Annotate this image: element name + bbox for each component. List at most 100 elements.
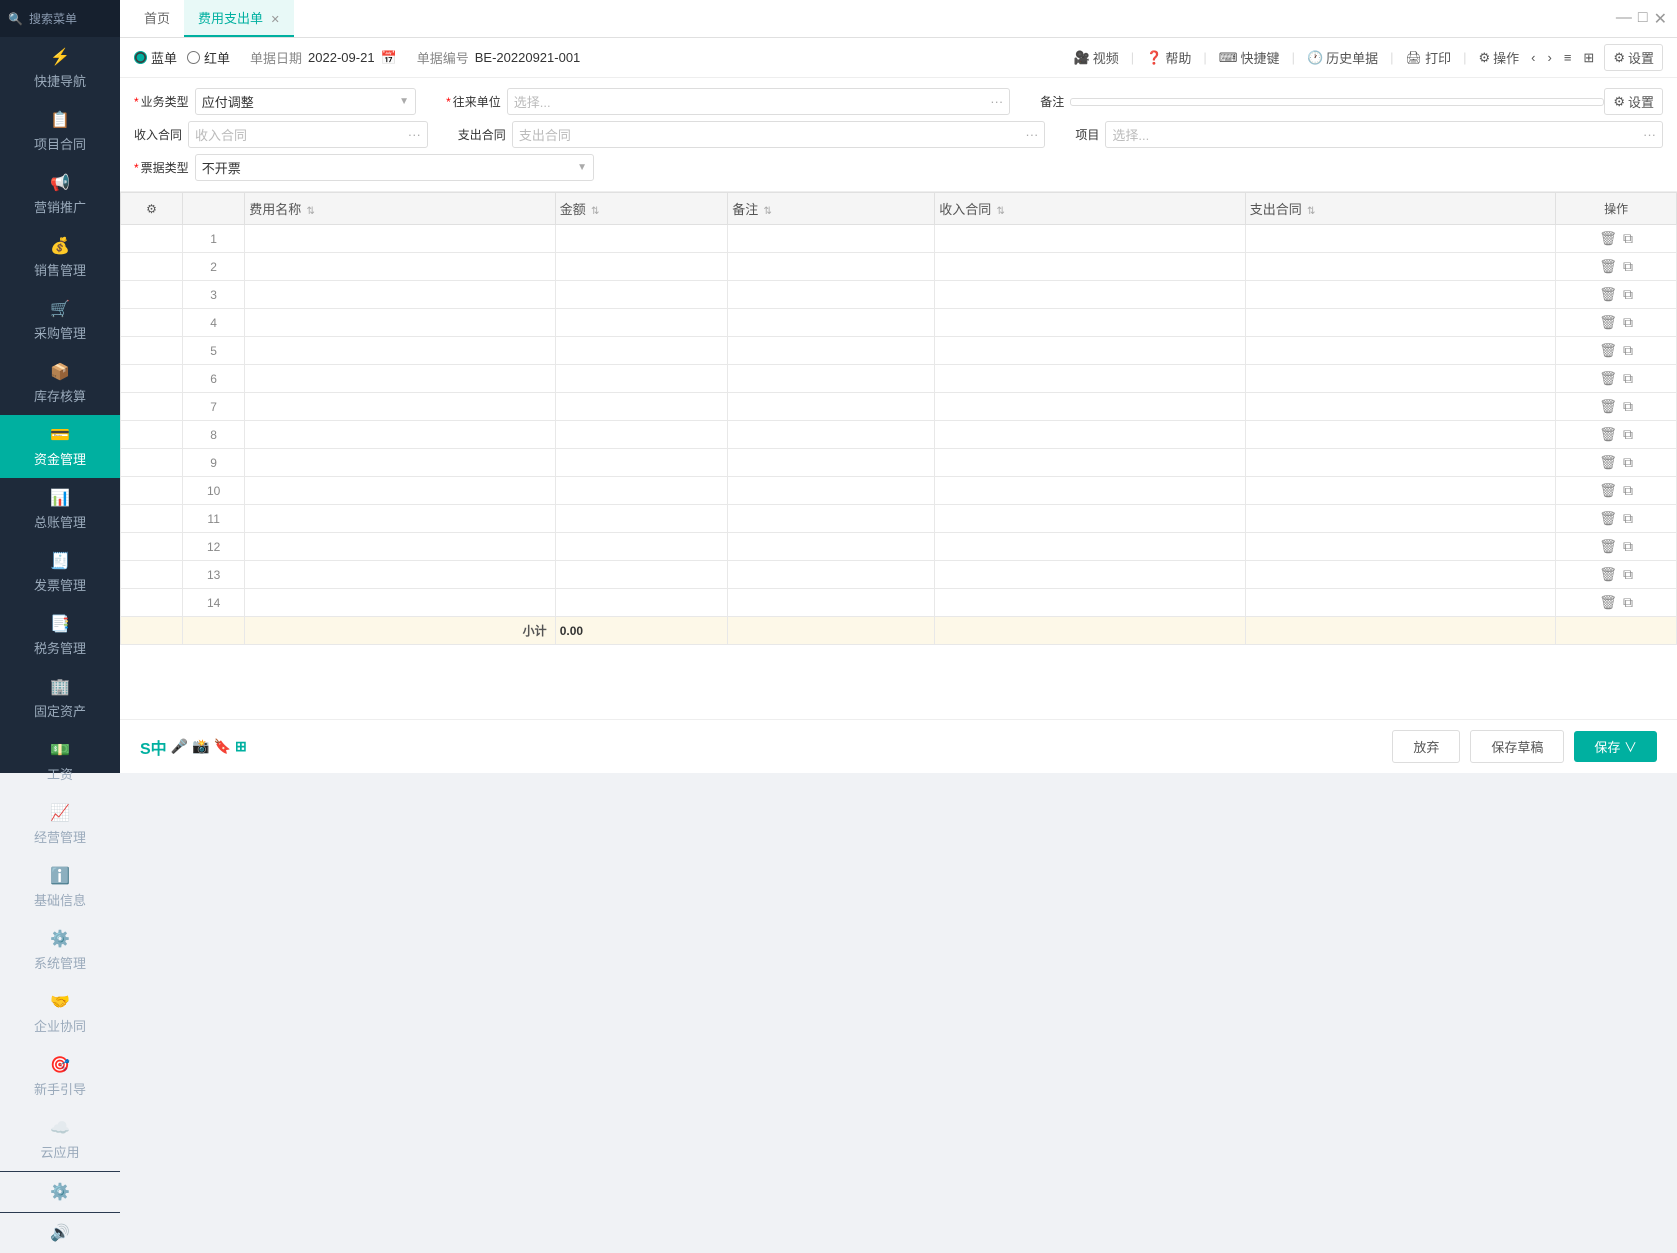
copy-row-icon[interactable]: ⧉ — [1623, 398, 1633, 415]
row-amount-cell[interactable] — [555, 253, 728, 281]
row-amount-cell[interactable] — [555, 365, 728, 393]
row-income-cell[interactable] — [935, 561, 1246, 589]
nav-right-btn[interactable]: › — [1547, 50, 1551, 65]
copy-row-icon[interactable]: ⧉ — [1623, 454, 1633, 471]
delete-row-icon[interactable]: 🗑 — [1599, 426, 1617, 443]
sidebar-item-fixed-assets[interactable]: 🏢固定资产 — [0, 667, 120, 730]
camera-icon[interactable]: 📸 — [192, 738, 209, 755]
copy-row-icon[interactable]: ⧉ — [1623, 426, 1633, 443]
note-input[interactable] — [1070, 98, 1604, 106]
sidebar-item-invoice[interactable]: 🧾发票管理 — [0, 541, 120, 604]
row-expense-cell[interactable] — [1245, 477, 1556, 505]
sidebar-item-marketing[interactable]: 📢营销推广 — [0, 163, 120, 226]
radio-red[interactable]: 红单 — [187, 48, 230, 67]
row-note-cell[interactable] — [728, 589, 935, 617]
copy-row-icon[interactable]: ⧉ — [1623, 258, 1633, 275]
copy-row-icon[interactable]: ⧉ — [1623, 230, 1633, 247]
radio-blue[interactable]: 蓝单 — [134, 48, 177, 67]
row-name-cell[interactable] — [245, 561, 556, 589]
biz-type-select[interactable]: 应付调整 ▼ — [195, 88, 416, 115]
bookmark-icon[interactable]: 🔖 — [214, 738, 231, 755]
row-income-cell[interactable] — [935, 253, 1246, 281]
nav-left-btn[interactable]: ‹ — [1531, 50, 1535, 65]
save-button[interactable]: 保存 ∨ — [1574, 731, 1657, 762]
row-expense-cell[interactable] — [1245, 309, 1556, 337]
view-list-btn[interactable]: ≡ — [1564, 50, 1572, 65]
sidebar-item-project-contract[interactable]: 📋项目合同 — [0, 100, 120, 163]
row-amount-cell[interactable] — [555, 225, 728, 253]
view-grid-btn[interactable]: ⊞ — [1583, 50, 1594, 66]
tab-expense[interactable]: 费用支出单 ✕ — [184, 0, 294, 37]
row-note-cell[interactable] — [728, 337, 935, 365]
income-contract-input[interactable]: 收入合同 ··· — [188, 121, 428, 148]
sidebar-item-purchase[interactable]: 🛒采购管理 — [0, 289, 120, 352]
sort-amount-icon[interactable]: ⇅ — [591, 206, 599, 217]
delete-row-icon[interactable]: 🗑 — [1599, 230, 1617, 247]
row-expense-cell[interactable] — [1245, 561, 1556, 589]
sidebar-item-basic-info[interactable]: ℹ️基础信息 — [0, 856, 120, 919]
row-expense-cell[interactable] — [1245, 365, 1556, 393]
row-income-cell[interactable] — [935, 589, 1246, 617]
row-note-cell[interactable] — [728, 393, 935, 421]
row-name-cell[interactable] — [245, 393, 556, 421]
delete-row-icon[interactable]: 🗑 — [1599, 566, 1617, 583]
shortcuts-btn[interactable]: ⌨ 快捷键 — [1219, 48, 1280, 67]
row-income-cell[interactable] — [935, 477, 1246, 505]
row-income-cell[interactable] — [935, 365, 1246, 393]
row-amount-cell[interactable] — [555, 337, 728, 365]
save-draft-button[interactable]: 保存草稿 — [1470, 730, 1564, 763]
row-income-cell[interactable] — [935, 449, 1246, 477]
delete-row-icon[interactable]: 🗑 — [1599, 510, 1617, 527]
delete-row-icon[interactable]: 🗑 — [1599, 454, 1617, 471]
row-income-cell[interactable] — [935, 421, 1246, 449]
row-name-cell[interactable] — [245, 225, 556, 253]
row-income-cell[interactable] — [935, 309, 1246, 337]
video-btn[interactable]: 🎥 视频 — [1074, 48, 1119, 67]
row-note-cell[interactable] — [728, 421, 935, 449]
row-amount-cell[interactable] — [555, 589, 728, 617]
delete-row-icon[interactable]: 🗑 — [1599, 370, 1617, 387]
delete-row-icon[interactable]: 🗑 — [1599, 258, 1617, 275]
copy-row-icon[interactable]: ⧉ — [1623, 510, 1633, 527]
row-name-cell[interactable] — [245, 365, 556, 393]
sidebar-item-payroll[interactable]: 💵工资 — [0, 730, 120, 793]
help-btn[interactable]: ❓ 帮助 — [1146, 48, 1191, 67]
row-expense-cell[interactable] — [1245, 337, 1556, 365]
row-note-cell[interactable] — [728, 533, 935, 561]
date-value[interactable]: 2022-09-21 — [308, 50, 375, 65]
sidebar-item-capital[interactable]: 💳资金管理 — [0, 415, 120, 478]
row-expense-cell[interactable] — [1245, 505, 1556, 533]
delete-row-icon[interactable]: 🗑 — [1599, 594, 1617, 611]
sidebar-item-cloud-apps[interactable]: ☁️云应用 — [0, 1108, 120, 1171]
row-income-cell[interactable] — [935, 505, 1246, 533]
partner-input[interactable]: 选择... ··· — [507, 88, 1010, 115]
row-expense-cell[interactable] — [1245, 225, 1556, 253]
row-name-cell[interactable] — [245, 421, 556, 449]
copy-row-icon[interactable]: ⧉ — [1623, 594, 1633, 611]
copy-row-icon[interactable]: ⧉ — [1623, 538, 1633, 555]
row-amount-cell[interactable] — [555, 561, 728, 589]
copy-row-icon[interactable]: ⧉ — [1623, 370, 1633, 387]
row-name-cell[interactable] — [245, 449, 556, 477]
copy-row-icon[interactable]: ⧉ — [1623, 286, 1633, 303]
delete-row-icon[interactable]: 🗑 — [1599, 342, 1617, 359]
delete-row-icon[interactable]: 🗑 — [1599, 538, 1617, 555]
sidebar-item-enterprise[interactable]: 🤝企业协同 — [0, 982, 120, 1045]
calendar-icon[interactable]: 📅 — [381, 50, 397, 66]
row-income-cell[interactable] — [935, 533, 1246, 561]
row-amount-cell[interactable] — [555, 449, 728, 477]
row-name-cell[interactable] — [245, 589, 556, 617]
row-note-cell[interactable] — [728, 225, 935, 253]
row-expense-cell[interactable] — [1245, 589, 1556, 617]
row-expense-cell[interactable] — [1245, 449, 1556, 477]
grid-icon[interactable]: ⊞ — [235, 738, 247, 755]
sidebar-item-tax[interactable]: 📑税务管理 — [0, 604, 120, 667]
row-name-cell[interactable] — [245, 281, 556, 309]
row-note-cell[interactable] — [728, 477, 935, 505]
expense-contract-input[interactable]: 支出合同 ··· — [512, 121, 1046, 148]
row-amount-cell[interactable] — [555, 477, 728, 505]
row-amount-cell[interactable] — [555, 281, 728, 309]
sidebar-search[interactable]: 🔍 搜索菜单 — [0, 0, 120, 37]
copy-row-icon[interactable]: ⧉ — [1623, 566, 1633, 583]
set-btn-2[interactable]: ⚙ 设置 — [1604, 88, 1663, 115]
